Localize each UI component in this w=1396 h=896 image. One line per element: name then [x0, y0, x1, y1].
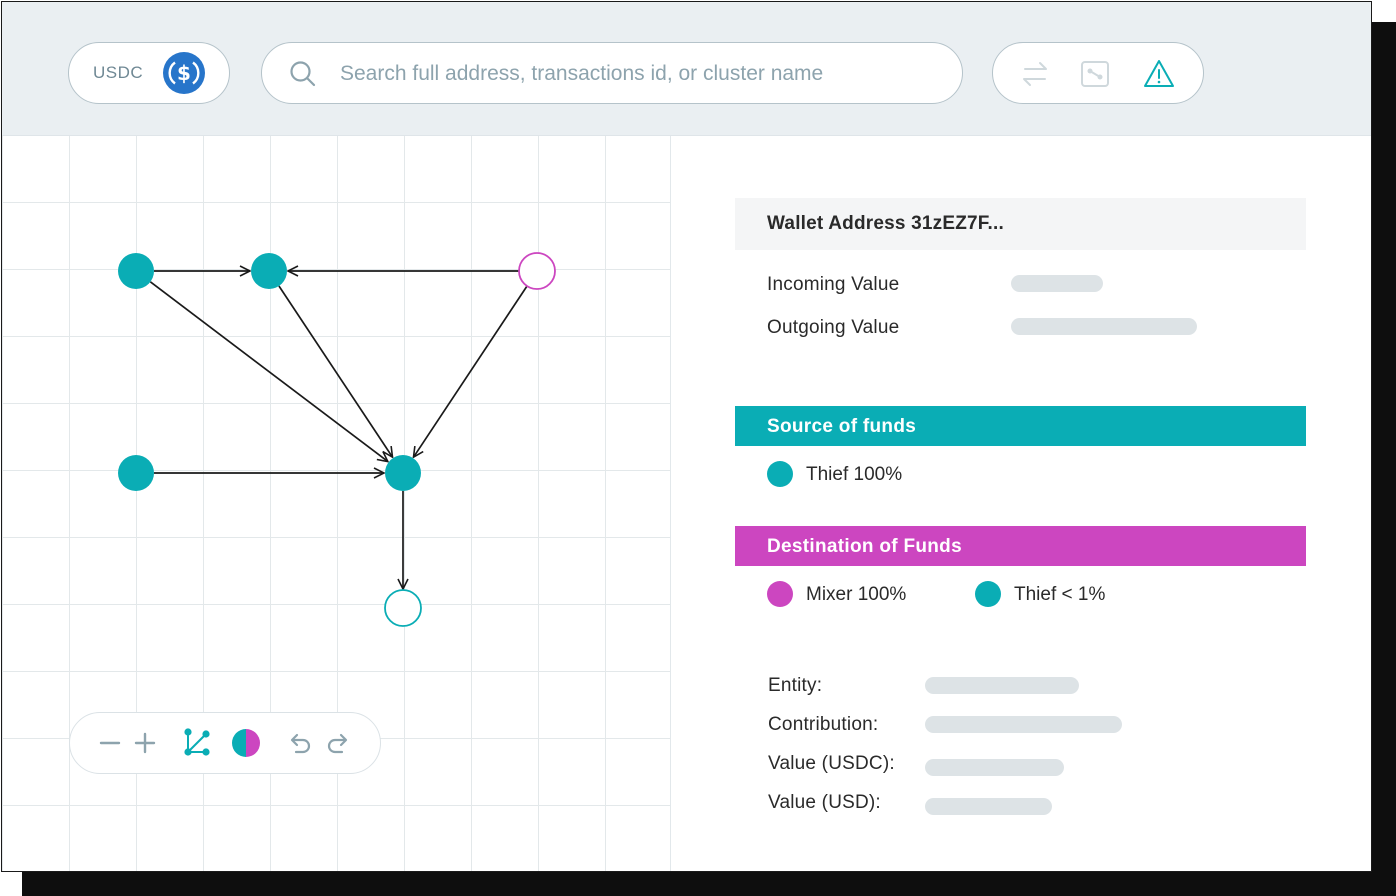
destination-thief-dot [975, 581, 1001, 607]
wallet-address-header: Wallet Address 31zEZ7F... [735, 198, 1306, 250]
contribution-placeholder [925, 716, 1122, 733]
top-toolbar: USDC $ [2, 2, 1371, 136]
entity-placeholder [925, 677, 1079, 694]
search-input[interactable] [338, 57, 942, 91]
wallet-address-title: Wallet Address 31zEZ7F... [767, 213, 1004, 234]
token-selector[interactable]: USDC $ [68, 42, 230, 104]
destination-mixer-label: Mixer 100% [806, 584, 907, 605]
destination-of-funds-title: Destination of Funds [767, 536, 962, 557]
entity-label: Entity: [768, 675, 823, 696]
contribution-label: Contribution: [768, 714, 879, 735]
graph-edge-n2-n5 [278, 285, 393, 457]
outgoing-value-placeholder [1011, 318, 1197, 335]
color-mode-icon[interactable] [230, 727, 262, 759]
search-bar [261, 42, 963, 104]
graph-node-n1[interactable] [118, 253, 154, 289]
graph-canvas[interactable] [2, 136, 671, 871]
svg-text:$: $ [177, 61, 191, 85]
zoom-in-icon[interactable] [129, 727, 161, 759]
warning-triangle-icon[interactable] [1143, 58, 1175, 90]
incoming-value-label: Incoming Value [767, 274, 900, 295]
graph-link-icon[interactable] [1079, 58, 1111, 90]
value-usd-label: Value (USD): [768, 792, 881, 813]
source-of-funds-title: Source of funds [767, 416, 917, 437]
incoming-value-placeholder [1011, 275, 1103, 292]
usdc-coin-icon: $ [163, 52, 205, 94]
source-of-funds-header: Source of funds [735, 406, 1306, 446]
redo-icon[interactable] [322, 727, 354, 759]
source-thief-dot [767, 461, 793, 487]
graph-node-n3[interactable] [518, 252, 556, 290]
search-icon [290, 61, 316, 87]
tool-group [992, 42, 1204, 104]
value-usd-placeholder [925, 798, 1052, 815]
zoom-out-icon[interactable] [94, 727, 126, 759]
destination-mixer-dot [767, 581, 793, 607]
source-thief-label: Thief 100% [806, 464, 903, 485]
wallet-details-panel: Wallet Address 31zEZ7F... Incoming Value… [670, 136, 1371, 871]
graph-edge-n1-n5 [149, 281, 387, 462]
graph-controls [69, 712, 381, 774]
graph-node-n5[interactable] [385, 455, 421, 491]
swap-arrows-icon[interactable] [1019, 58, 1051, 90]
graph-node-n4[interactable] [118, 455, 154, 491]
graph-node-n6[interactable] [384, 589, 422, 627]
graph-layout-icon[interactable] [182, 727, 214, 759]
undo-icon[interactable] [284, 727, 316, 759]
destination-thief-label: Thief < 1% [1014, 584, 1106, 605]
graph-edge-n3-n5 [414, 285, 528, 457]
value-usdc-placeholder [925, 759, 1064, 776]
graph-node-n2[interactable] [251, 253, 287, 289]
outgoing-value-label: Outgoing Value [767, 317, 900, 338]
app-window: USDC $ Search full address, transactions… [1, 1, 1372, 872]
value-usdc-label: Value (USDC): [768, 753, 895, 774]
destination-of-funds-header: Destination of Funds [735, 526, 1306, 566]
token-label: USDC [93, 63, 144, 82]
